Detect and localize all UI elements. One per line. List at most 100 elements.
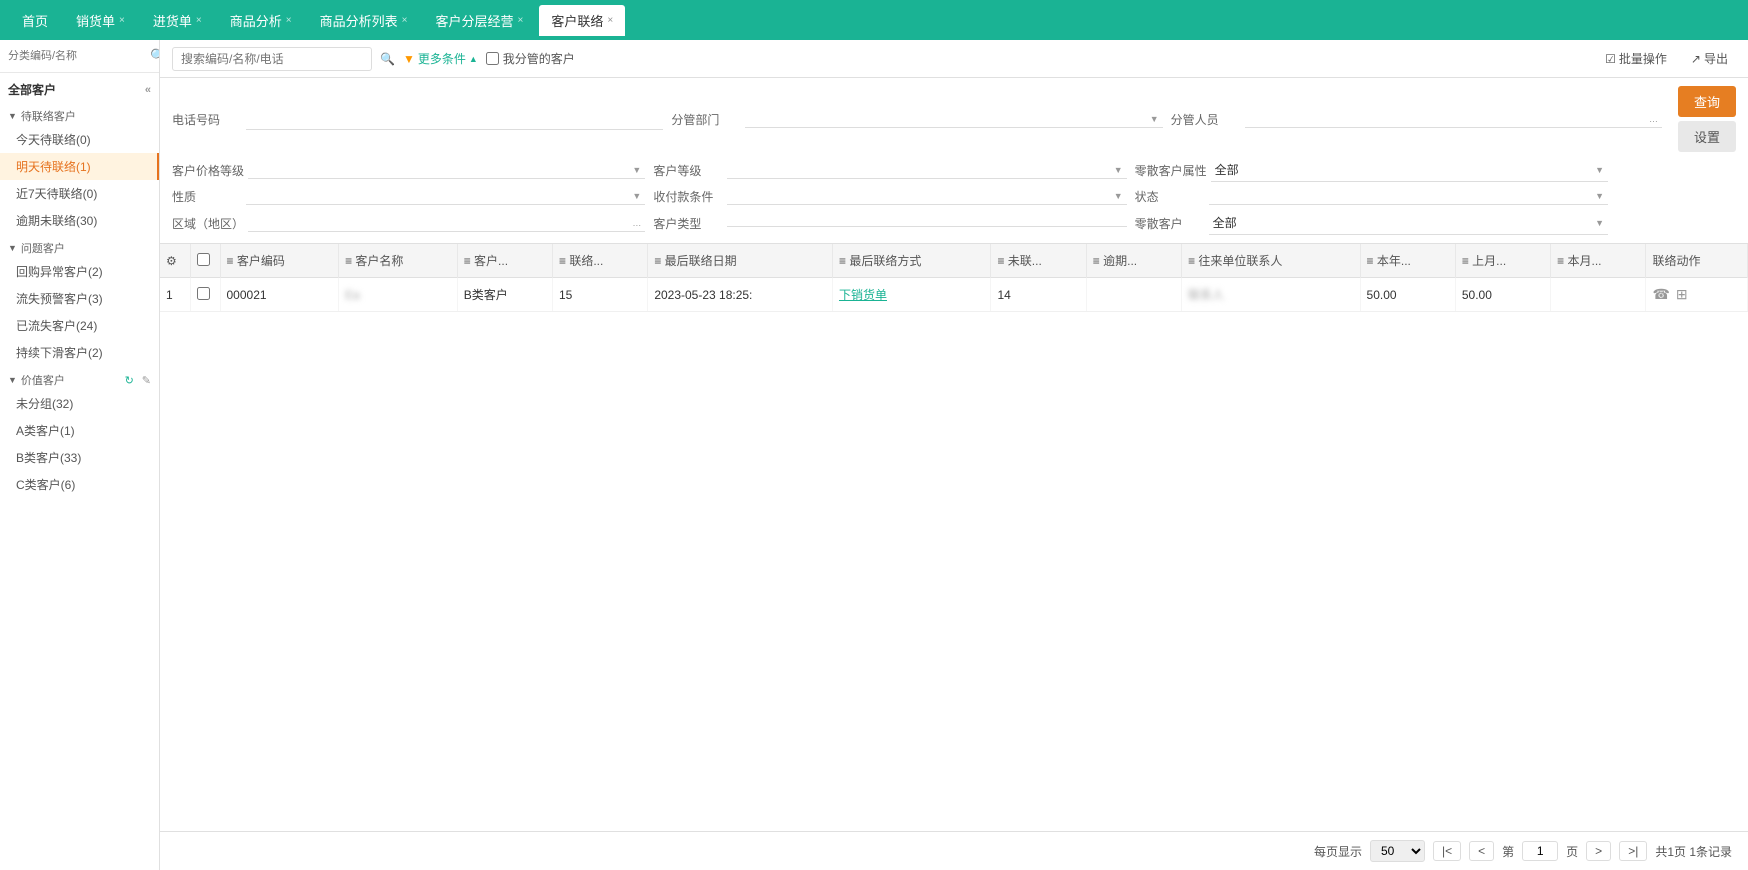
- sidebar-item-overdue[interactable]: 逾期未联络(30): [0, 207, 159, 234]
- phone-input[interactable]: [246, 109, 663, 130]
- th-code[interactable]: ≡ 客户编码: [220, 244, 339, 278]
- manager-chevron: …: [1649, 114, 1658, 124]
- td-contact: 15: [553, 278, 648, 312]
- sidebar-search-icon[interactable]: 🔍: [150, 48, 160, 64]
- more-conditions-label: 更多条件: [418, 50, 466, 67]
- page-input[interactable]: [1522, 841, 1558, 861]
- sidebar-item-ungrouped[interactable]: 未分组(32): [0, 390, 159, 417]
- sidebar-item-c-class[interactable]: C类客户(6): [0, 471, 159, 498]
- collapse-icon[interactable]: «: [145, 84, 151, 96]
- th-action-label: 联络动作: [1652, 254, 1700, 268]
- nature-select[interactable]: ▼: [246, 188, 645, 205]
- select-all-checkbox[interactable]: [197, 253, 210, 266]
- sidebar-item-repurchase[interactable]: 回购异常客户(2): [0, 258, 159, 285]
- th-overdue[interactable]: ≡ 逾期...: [1086, 244, 1181, 278]
- per-page-select[interactable]: 50 100 200: [1370, 840, 1425, 862]
- search-icon[interactable]: 🔍: [380, 52, 395, 66]
- main-layout: 🔍 全部客户 « ▼ 待联络客户 今天待联络(0) 明天待联络(1) 近7天待联…: [0, 40, 1748, 870]
- nav-customer-contact[interactable]: 客户联络 ×: [539, 5, 625, 36]
- action-grid-icon[interactable]: ⊞: [1676, 286, 1688, 303]
- last-contact-method-link[interactable]: 下销货单: [839, 288, 887, 302]
- batch-op-btn[interactable]: ☑ 批量操作: [1597, 46, 1675, 71]
- sidebar-search-input[interactable]: [8, 50, 150, 62]
- sidebar-item-a-class[interactable]: A类客户(1): [0, 417, 159, 444]
- th-type[interactable]: ≡ 客户...: [457, 244, 552, 278]
- export-btn[interactable]: ↗ 导出: [1683, 46, 1736, 71]
- retail-customer-chevron: ▼: [1595, 218, 1604, 228]
- th-this-month[interactable]: ≡ 本月...: [1551, 244, 1646, 278]
- nav-customer-contact-close[interactable]: ×: [607, 15, 613, 26]
- th-settings[interactable]: ⚙: [160, 244, 190, 278]
- td-name-value: Ea: [345, 288, 360, 302]
- manager-select[interactable]: …: [1245, 111, 1662, 128]
- th-last-month[interactable]: ≡ 上月...: [1455, 244, 1550, 278]
- nav-customer-tier[interactable]: 客户分层经营 ×: [423, 5, 535, 36]
- filter-customer-level: 客户等级 ▼: [653, 162, 1126, 179]
- nav-analysis-close[interactable]: ×: [286, 15, 292, 26]
- search-input[interactable]: [172, 47, 372, 71]
- th-last-contact-method[interactable]: ≡ 最后联络方式: [832, 244, 990, 278]
- td-name: Ea: [339, 278, 458, 312]
- sidebar-item-b-class[interactable]: B类客户(33): [0, 444, 159, 471]
- nav-analysis[interactable]: 商品分析 ×: [218, 5, 304, 36]
- nav-purchase[interactable]: 进货单 ×: [141, 5, 214, 36]
- th-last-contact-date-label: ≡ 最后联络日期: [654, 254, 736, 268]
- region-select[interactable]: …: [248, 215, 645, 232]
- row-checkbox[interactable]: [197, 287, 210, 300]
- status-label: 状态: [1135, 188, 1205, 205]
- sidebar-item-churn-warning[interactable]: 流失预警客户(3): [0, 285, 159, 312]
- action-phone-icon[interactable]: ☎: [1652, 286, 1669, 303]
- first-page-btn[interactable]: |<: [1433, 841, 1461, 861]
- td-last-contact-method[interactable]: 下销货单: [832, 278, 990, 312]
- table-header-row: ⚙ ≡ 客户编码 ≡ 客户名称 ≡ 客户... ≡ 联络...: [160, 244, 1748, 278]
- my-customers-checkbox-label[interactable]: 我分管的客户: [486, 50, 575, 67]
- sidebar-item-declining[interactable]: 持续下滑客户(2): [0, 339, 159, 366]
- th-last-contact-date[interactable]: ≡ 最后联络日期: [648, 244, 833, 278]
- value-edit-icon[interactable]: ✎: [142, 374, 151, 387]
- th-uncontacted-label: ≡ 未联...: [997, 254, 1041, 268]
- nav-analysis-list-close[interactable]: ×: [402, 15, 408, 26]
- nav-analysis-list[interactable]: 商品分析列表 ×: [308, 5, 420, 36]
- group-problem-customers: ▼ 问题客户: [0, 234, 159, 258]
- nav-home-label: 首页: [22, 11, 48, 30]
- th-name[interactable]: ≡ 客户名称: [339, 244, 458, 278]
- customer-type-label: 客户类型: [653, 215, 723, 232]
- nav-sales-close[interactable]: ×: [119, 15, 125, 26]
- query-btn[interactable]: 查询: [1678, 86, 1736, 117]
- nav-customer-tier-close[interactable]: ×: [517, 15, 523, 26]
- th-this-year[interactable]: ≡ 本年...: [1360, 244, 1455, 278]
- th-uncontacted[interactable]: ≡ 未联...: [991, 244, 1086, 278]
- total-label: 共1页 1条记录: [1655, 843, 1732, 860]
- retail-attr-select[interactable]: 全部 ▼: [1211, 158, 1608, 182]
- nav-sales[interactable]: 销货单 ×: [64, 5, 137, 36]
- td-type: B类客户: [457, 278, 552, 312]
- last-page-btn[interactable]: >|: [1619, 841, 1647, 861]
- retail-customer-select[interactable]: 全部 ▼: [1209, 211, 1608, 235]
- th-type-label: ≡ 客户...: [464, 254, 508, 268]
- value-refresh-icon[interactable]: ↻: [125, 374, 134, 387]
- filter-payment: 收付款条件 ▼: [653, 188, 1126, 205]
- filter-retail-attr: 零散客户属性 全部 ▼: [1135, 158, 1608, 182]
- more-conditions-btn[interactable]: ▼ 更多条件 ▲: [403, 50, 478, 67]
- prev-page-btn[interactable]: <: [1469, 841, 1494, 861]
- set-btn[interactable]: 设置: [1678, 121, 1736, 152]
- sidebar-item-churned[interactable]: 已流失客户(24): [0, 312, 159, 339]
- status-select[interactable]: ▼: [1209, 188, 1608, 205]
- dept-select[interactable]: ▼: [745, 111, 1162, 128]
- sidebar-item-tomorrow[interactable]: 明天待联络(1): [0, 153, 159, 180]
- sidebar-item-7days[interactable]: 近7天待联络(0): [0, 180, 159, 207]
- price-level-chevron: ▼: [632, 165, 641, 175]
- my-customers-checkbox[interactable]: [486, 52, 499, 65]
- price-level-select[interactable]: ▼: [248, 162, 645, 179]
- filter-bar: 🔍 ▼ 更多条件 ▲ 我分管的客户 ☑ 批量操作 ↗ 导出: [160, 40, 1748, 78]
- customer-type-select[interactable]: [727, 220, 1126, 227]
- next-page-btn[interactable]: >: [1586, 841, 1611, 861]
- sidebar-item-today[interactable]: 今天待联络(0): [0, 126, 159, 153]
- th-contact[interactable]: ≡ 联络...: [553, 244, 648, 278]
- payment-select[interactable]: ▼: [727, 188, 1126, 205]
- th-action: 联络动作: [1646, 244, 1748, 278]
- customer-level-select[interactable]: ▼: [727, 162, 1126, 179]
- th-partner-contact[interactable]: ≡ 往来单位联系人: [1182, 244, 1360, 278]
- nav-home[interactable]: 首页: [10, 5, 60, 36]
- nav-purchase-close[interactable]: ×: [196, 15, 202, 26]
